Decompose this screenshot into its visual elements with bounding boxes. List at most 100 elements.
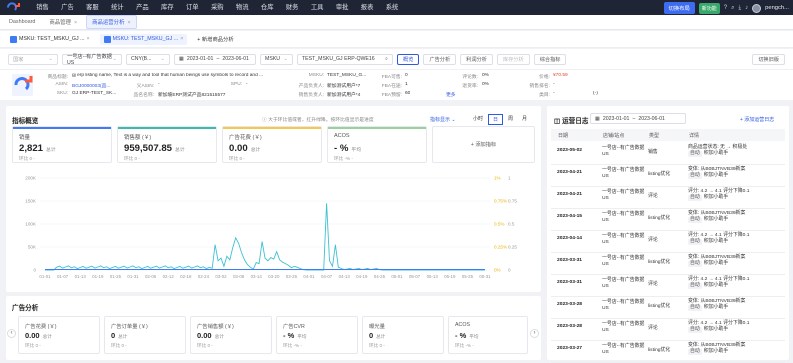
ad-metric-card[interactable]: 广告花费 (￥) 0.00 总计 环比 0 - bbox=[18, 316, 100, 354]
menu-item[interactable]: 工具 bbox=[305, 0, 330, 15]
close-icon[interactable]: × bbox=[127, 20, 130, 26]
app-logo[interactable] bbox=[6, 2, 20, 13]
menu-item[interactable]: 广告 bbox=[55, 0, 80, 15]
menu-item[interactable]: 报表 bbox=[355, 0, 380, 15]
period-week[interactable]: 周 bbox=[504, 114, 517, 125]
menu-item[interactable]: 采购 bbox=[205, 0, 230, 15]
menu-item[interactable]: 产品 bbox=[130, 0, 155, 15]
log-icon: ◫ bbox=[554, 118, 563, 125]
period-day[interactable]: 日 bbox=[488, 114, 504, 125]
next-arrow-icon[interactable]: › bbox=[530, 329, 539, 338]
menu-item[interactable]: 客服 bbox=[80, 0, 105, 15]
composite-metrics-button[interactable]: 综合指标 bbox=[533, 53, 567, 65]
ad-metric-card[interactable]: 曝光量 0 总计 环比 0 - bbox=[362, 316, 444, 354]
filter-bar: 国家 ⌄ 一号店--有广告数据US ⌄ CNY(B... ⌄ ▦ 2023-01-01–… bbox=[0, 49, 793, 69]
log-date-range[interactable]: ▦ 2023-01-01–2023-06-01 bbox=[590, 113, 686, 124]
close-icon[interactable]: × bbox=[87, 36, 90, 42]
close-icon[interactable]: × bbox=[180, 36, 183, 42]
prev-arrow-icon[interactable]: ‹ bbox=[7, 329, 16, 338]
menu-item[interactable]: 审批 bbox=[330, 0, 355, 15]
metric-unit: 总计 bbox=[118, 334, 128, 339]
avatar[interactable] bbox=[752, 3, 762, 13]
log-row[interactable]: 2023-04-14 一号店--有广告数据US 评论 评分: 4.2 → 4.1 评分… bbox=[550, 231, 787, 253]
close-icon[interactable]: × bbox=[74, 20, 77, 26]
new-feature-badge[interactable]: 新功能 bbox=[698, 2, 720, 14]
product-parent-asin: - bbox=[158, 82, 160, 87]
log-row[interactable]: 2023-04-15 一号店--有广告数据US listing优化 变体: 从B0BJ… bbox=[550, 209, 787, 231]
metric-title: ACOS bbox=[334, 133, 350, 139]
menu-item[interactable]: 统计 bbox=[105, 0, 130, 15]
ad-metric-card[interactable]: ACOS - % 平均 环比 -% - bbox=[448, 316, 528, 354]
x-tick-label: 03-26 bbox=[286, 274, 298, 279]
metric-card-ad-spend[interactable]: 广告花费 (￥) 0.00 总计 环比 0 - bbox=[222, 126, 322, 163]
log-row[interactable]: 2023-03-28 一号店--有广告数据US 评论 评分: 4.2 → 4.1 评分… bbox=[550, 319, 787, 341]
search-input[interactable]: TEST_MSKU_GJ ERP-QWE16 ⌕ bbox=[297, 53, 393, 65]
analysis-tab-1[interactable]: MSKU: TEST_MSKU_GJ ... × bbox=[6, 34, 94, 45]
period-hour[interactable]: 小时 bbox=[469, 114, 487, 125]
product-owner: 新加测试用户*7 bbox=[327, 84, 361, 89]
log-operator: 积加小助手 bbox=[703, 283, 729, 288]
ad-analysis-button[interactable]: 广告分析 bbox=[423, 53, 457, 65]
tab-product-analysis[interactable]: 商品运营分析 × bbox=[86, 15, 137, 29]
switch-old-version-button[interactable]: 切换旧版 bbox=[752, 53, 785, 65]
metric-compare: 环比 -% - bbox=[455, 343, 474, 348]
fba-available: 0 bbox=[405, 73, 408, 78]
metric-value: 959,507.85 总计 bbox=[124, 143, 185, 154]
inventory-analysis-button[interactable]: 库存分析 bbox=[496, 53, 530, 65]
log-detail: 变体: 从B0BJTNVB39新案 自动 积加小助手 bbox=[688, 211, 784, 223]
log-row[interactable]: 2023-04-21 一号店--有广告数据US listing优化 变体: 从B0BJ… bbox=[550, 165, 787, 187]
log-type: listing优化 bbox=[648, 172, 671, 177]
add-log-button[interactable]: + 添加运营日志 bbox=[740, 116, 774, 123]
currency-select[interactable]: CNY(B... ⌄ bbox=[126, 53, 170, 65]
menu-item[interactable]: 销售 bbox=[30, 0, 55, 15]
tab-dashboard[interactable]: Dashboard bbox=[4, 17, 40, 27]
log-row[interactable]: 2023-03-31 一号店--有广告数据US listing优化 变体: 从B0BJ… bbox=[550, 253, 787, 275]
metric-card-sales-qty[interactable]: 销量 2,821 总计 环比 0 - bbox=[12, 126, 112, 163]
more-link[interactable]: 更多 bbox=[446, 91, 456, 98]
log-row[interactable]: 2023-03-31 一号店--有广告数据US 评论 评分: 4.2 → 4.1 评分… bbox=[550, 275, 787, 297]
country-select[interactable]: 国家 ⌄ bbox=[8, 53, 58, 65]
menu-item[interactable]: 库存 bbox=[155, 0, 180, 15]
page-tabbar: Dashboard 商品管理 × 商品运营分析 × bbox=[0, 15, 793, 30]
add-metric-card[interactable]: + 添加指标 bbox=[432, 126, 535, 163]
bell-icon[interactable]: ♪ bbox=[745, 5, 748, 11]
menu-item[interactable]: 仓库 bbox=[255, 0, 280, 15]
log-row[interactable]: 2023-04-21 一号店--有广告数据US 评论 评分: 4.2 → 4.1 评分… bbox=[550, 187, 787, 209]
metric-display-dropdown[interactable]: 指标显示 ⌄ bbox=[430, 116, 456, 123]
shop-select[interactable]: 一号店--有广告数据US ⌄ bbox=[62, 53, 122, 66]
ad-metric-card[interactable]: 广告CVR - % 平均 环比 -% - bbox=[276, 316, 358, 354]
search-type-select[interactable]: MSKU ⌄ bbox=[260, 53, 293, 65]
profit-analysis-button[interactable]: 利润分析 bbox=[460, 53, 493, 65]
ad-metric-card[interactable]: 广告销售额 (￥) 0.00 总计 环比 0 - bbox=[190, 316, 272, 354]
user-name[interactable]: pengch... bbox=[765, 5, 789, 11]
analysis-tab-2[interactable]: MSKU: TEST_MSKU_GJ ... × bbox=[99, 33, 188, 45]
search-icon[interactable]: ⌕ bbox=[385, 56, 388, 63]
menu-item[interactable]: 系统 bbox=[380, 0, 405, 15]
switch-layout-button[interactable]: 切换布局 bbox=[663, 2, 695, 14]
menu-item[interactable]: 财务 bbox=[280, 0, 305, 15]
overview-button[interactable]: 概览 bbox=[397, 53, 420, 65]
log-type: 销售 bbox=[648, 150, 658, 155]
metric-card-sales-amount[interactable]: 销售额 (￥) 959,507.85 总计 环比 0 - bbox=[117, 126, 217, 163]
tab-product-management[interactable]: 商品管理 × bbox=[44, 16, 82, 28]
add-analysis-button[interactable]: + 新增商品分析 bbox=[193, 33, 237, 45]
metric-accent bbox=[328, 127, 426, 129]
log-row[interactable]: 2023-05-02 一号店--有广告数据US 销售 商品运营状态: 无 → 积极处自… bbox=[550, 143, 787, 165]
metric-card-acos[interactable]: ACOS - % 平均 环比 -% - bbox=[327, 126, 427, 163]
ad-metric-card[interactable]: 广告订单量 (￥) 0 总计 环比 0 - bbox=[104, 316, 186, 354]
period-month[interactable]: 月 bbox=[518, 114, 531, 125]
x-tick-label: 05-01 bbox=[391, 274, 403, 279]
product-image[interactable] bbox=[12, 74, 33, 96]
log-detail: 变体: 从B0BJTNVB39新案 自动 积加小助手 bbox=[688, 255, 784, 267]
help-icon[interactable]: ? bbox=[724, 5, 727, 11]
search-icon[interactable]: ⌕ bbox=[731, 5, 734, 12]
product-asin[interactable]: BGJ0000003(品... bbox=[72, 82, 130, 89]
metric-value: - % 平均 bbox=[334, 143, 361, 154]
metric-number: 0.00 bbox=[197, 331, 212, 340]
log-row[interactable]: 2023-03-28 一号店--有广告数据US listing优化 变体: 从B0BJ… bbox=[550, 297, 787, 319]
date-range-picker[interactable]: ▦ 2023-01-01–2023-06-01 bbox=[174, 53, 256, 65]
menu-item[interactable]: 物流 bbox=[230, 0, 255, 15]
download-icon[interactable]: ⤓ bbox=[738, 5, 741, 12]
menu-item[interactable]: 订单 bbox=[180, 0, 205, 15]
log-detail: 评分: 4.2 → 4.1 评分下降0.1 自动 积加小助手 bbox=[688, 189, 784, 201]
